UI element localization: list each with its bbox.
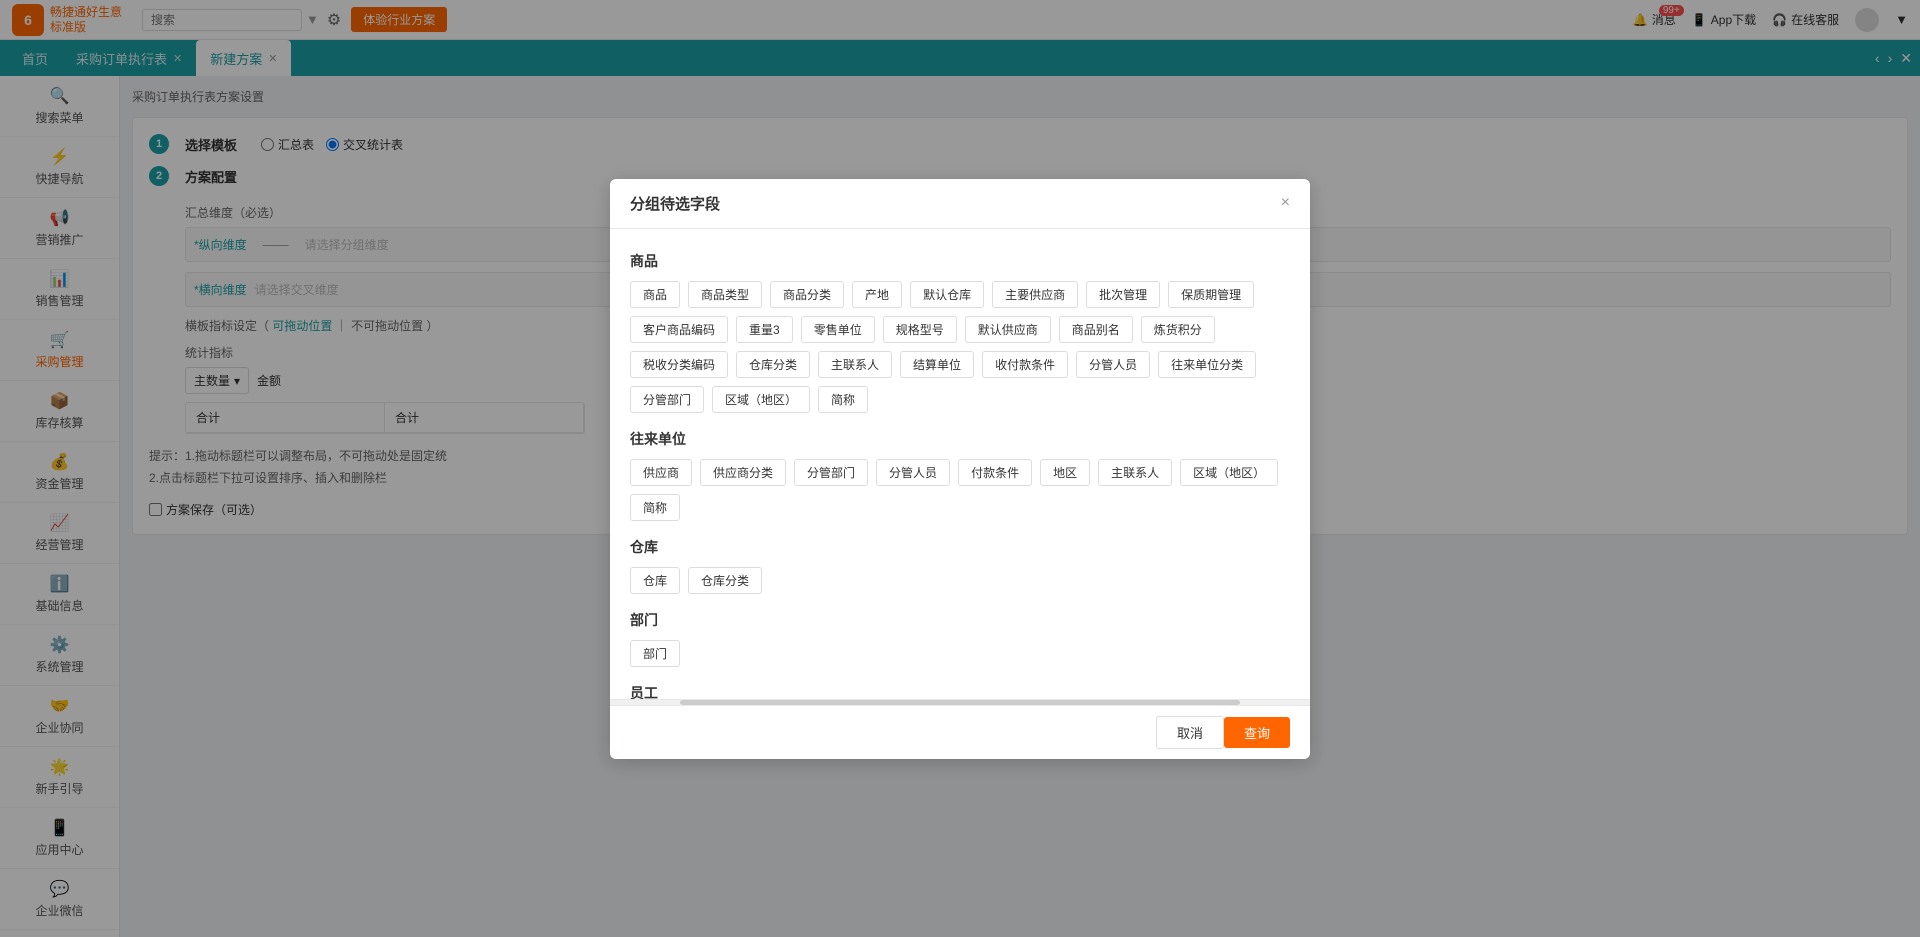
field-tag-cp-2[interactable]: 分管部门 [794, 459, 868, 486]
section-title-counterpart: 往来单位 [630, 429, 1290, 449]
department-field-tags: 部门 [630, 640, 1290, 667]
field-tag-product-10[interactable]: 零售单位 [801, 316, 875, 343]
field-select-modal: 分组待选字段 × 商品 商品 商品类型 商品分类 产地 默认仓库 主要供应商 批… [610, 179, 1310, 759]
field-tag-product-23[interactable]: 区域（地区） [712, 386, 810, 413]
field-tag-product-20[interactable]: 分管人员 [1076, 351, 1150, 378]
field-tag-product-15[interactable]: 税收分类编码 [630, 351, 728, 378]
modal-close-button[interactable]: × [1281, 194, 1290, 212]
field-tag-wh-1[interactable]: 仓库分类 [688, 567, 762, 594]
field-tag-product-13[interactable]: 商品别名 [1059, 316, 1133, 343]
modal-header: 分组待选字段 × [610, 179, 1310, 229]
field-tag-product-24[interactable]: 简称 [818, 386, 868, 413]
field-tag-cp-0[interactable]: 供应商 [630, 459, 692, 486]
field-tag-product-19[interactable]: 收付款条件 [982, 351, 1068, 378]
field-tag-product-6[interactable]: 批次管理 [1086, 281, 1160, 308]
modal-overlay: 分组待选字段 × 商品 商品 商品类型 商品分类 产地 默认仓库 主要供应商 批… [0, 0, 1920, 937]
field-tag-product-11[interactable]: 规格型号 [883, 316, 957, 343]
section-title-department: 部门 [630, 610, 1290, 630]
field-tag-product-14[interactable]: 炼货积分 [1141, 316, 1215, 343]
field-tag-cp-7[interactable]: 区域（地区） [1180, 459, 1278, 486]
field-tag-product-17[interactable]: 主联系人 [818, 351, 892, 378]
section-title-employee: 员工 [630, 683, 1290, 699]
field-tag-product-1[interactable]: 商品类型 [688, 281, 762, 308]
field-tag-product-18[interactable]: 结算单位 [900, 351, 974, 378]
modal-title: 分组待选字段 [630, 193, 720, 214]
modal-horizontal-scrollbar[interactable] [610, 699, 1310, 705]
field-tag-product-12[interactable]: 默认供应商 [965, 316, 1051, 343]
field-tag-cp-3[interactable]: 分管人员 [876, 459, 950, 486]
modal-confirm-button[interactable]: 查询 [1224, 717, 1290, 748]
field-tag-cp-1[interactable]: 供应商分类 [700, 459, 786, 486]
field-tag-cp-4[interactable]: 付款条件 [958, 459, 1032, 486]
field-tag-product-21[interactable]: 往来单位分类 [1158, 351, 1256, 378]
field-tag-product-3[interactable]: 产地 [852, 281, 902, 308]
field-tag-cp-8[interactable]: 简称 [630, 494, 680, 521]
field-tag-dept-0[interactable]: 部门 [630, 640, 680, 667]
modal-footer: 取消 查询 [610, 705, 1310, 759]
field-tag-product-22[interactable]: 分管部门 [630, 386, 704, 413]
field-tag-product-7[interactable]: 保质期管理 [1168, 281, 1254, 308]
modal-cancel-button[interactable]: 取消 [1156, 716, 1224, 749]
field-tag-product-8[interactable]: 客户商品编码 [630, 316, 728, 343]
counterpart-field-tags: 供应商 供应商分类 分管部门 分管人员 付款条件 地区 主联系人 区域（地区） … [630, 459, 1290, 521]
field-tag-product-0[interactable]: 商品 [630, 281, 680, 308]
field-tag-wh-0[interactable]: 仓库 [630, 567, 680, 594]
section-title-product: 商品 [630, 251, 1290, 271]
warehouse-field-tags: 仓库 仓库分类 [630, 567, 1290, 594]
field-tag-product-4[interactable]: 默认仓库 [910, 281, 984, 308]
field-tag-product-2[interactable]: 商品分类 [770, 281, 844, 308]
section-title-warehouse: 仓库 [630, 537, 1290, 557]
modal-scroll-thumb [680, 700, 1240, 705]
field-tag-cp-5[interactable]: 地区 [1040, 459, 1090, 486]
field-tag-product-9[interactable]: 重量3 [736, 316, 793, 343]
product-field-tags: 商品 商品类型 商品分类 产地 默认仓库 主要供应商 批次管理 保质期管理 客户… [630, 281, 1290, 413]
modal-body[interactable]: 商品 商品 商品类型 商品分类 产地 默认仓库 主要供应商 批次管理 保质期管理… [610, 229, 1310, 699]
field-tag-product-16[interactable]: 仓库分类 [736, 351, 810, 378]
field-tag-cp-6[interactable]: 主联系人 [1098, 459, 1172, 486]
field-tag-product-5[interactable]: 主要供应商 [992, 281, 1078, 308]
